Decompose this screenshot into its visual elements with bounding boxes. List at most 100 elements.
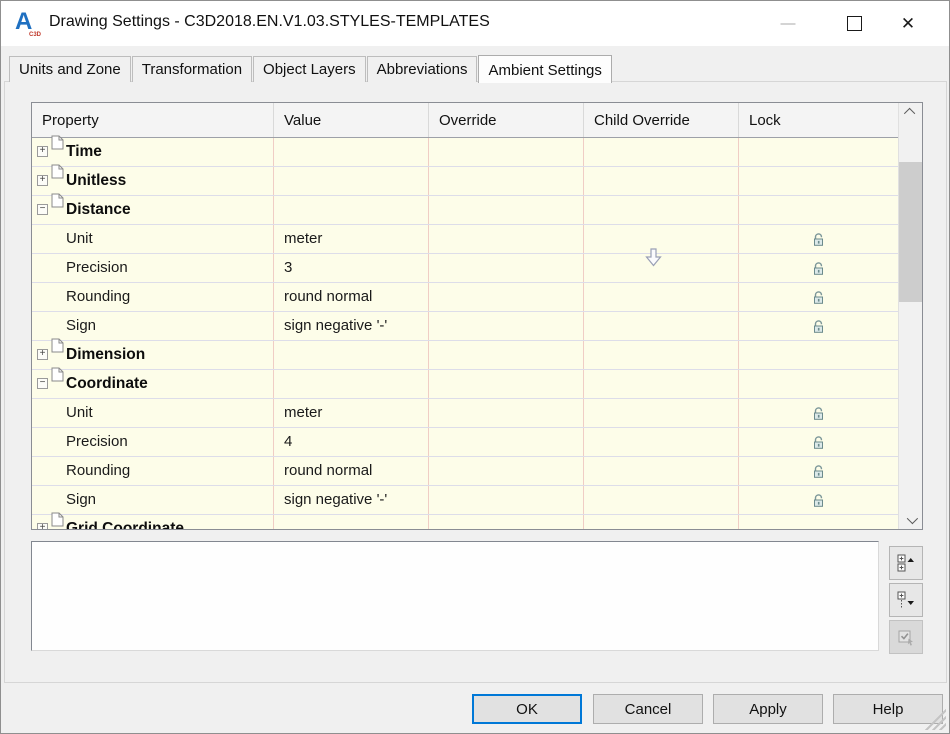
lock-open-icon[interactable] [812,261,825,276]
lock-cell[interactable] [739,428,898,456]
table-row-item[interactable]: Sign sign negative '-' [32,486,898,515]
minimize-icon: — [780,15,796,32]
table-row-category[interactable]: − Coordinate [32,367,898,399]
value-cell [274,196,429,224]
child-override-cell [584,283,739,311]
property-cell[interactable]: Unit [32,399,274,427]
expand-expander-icon[interactable]: + [37,523,48,529]
property-cell[interactable]: Precision [32,428,274,456]
table-row-item[interactable]: Precision 3 [32,254,898,283]
value-cell[interactable]: round normal [274,457,429,485]
override-cell[interactable] [429,312,584,340]
expand-expander-icon[interactable]: + [37,146,48,157]
lock-open-icon[interactable] [812,435,825,450]
table-row-category[interactable]: + Time [32,135,898,167]
property-cell[interactable]: Sign [32,312,274,340]
property-cell[interactable]: + Grid Coordinate [32,512,274,530]
value-cell[interactable]: sign negative '-' [274,486,429,514]
column-header-value[interactable]: Value [274,103,429,137]
lock-cell[interactable] [739,312,898,340]
property-cell[interactable]: Rounding [32,457,274,485]
tab-ambient-settings[interactable]: Ambient Settings [478,55,612,83]
value-cell[interactable]: 3 [274,254,429,282]
expand-expander-icon[interactable]: + [37,175,48,186]
tab-abbreviations[interactable]: Abbreviations [366,56,478,82]
lock-cell[interactable] [739,254,898,282]
maximize-button[interactable] [831,1,877,46]
lock-cell[interactable] [739,283,898,311]
table-row-category[interactable]: + Unitless [32,164,898,196]
column-header-property[interactable]: Property [32,103,274,137]
lock-open-icon[interactable] [812,290,825,305]
tab-transformation[interactable]: Transformation [131,56,253,82]
property-cell[interactable]: + Unitless [32,164,274,195]
column-header-lock[interactable]: Lock [739,103,898,137]
vertical-scrollbar[interactable] [898,103,922,529]
table-row-category[interactable]: + Dimension [32,338,898,370]
lock-cell[interactable] [739,225,898,253]
scrollbar-down-arrow[interactable] [899,511,922,529]
table-row-item[interactable]: Rounding round normal [32,283,898,312]
table-row-category[interactable]: + Grid Coordinate [32,512,898,530]
column-header-child-override[interactable]: Child Override [584,103,739,137]
lock-cell[interactable] [739,399,898,427]
minimize-button[interactable]: — [765,1,811,46]
collapse-all-categories-button[interactable] [889,546,923,580]
help-button[interactable]: Help [833,694,943,724]
table-row-item[interactable]: Precision 4 [32,428,898,457]
table-row-item[interactable]: Unit meter [32,399,898,428]
override-checkbox-icon [898,630,913,646]
close-button[interactable]: ✕ [885,1,931,46]
column-header-override[interactable]: Override [429,103,584,137]
table-row-item[interactable]: Unit meter [32,225,898,254]
property-label: Rounding [66,462,131,479]
table-row-item[interactable]: Rounding round normal [32,457,898,486]
apply-button[interactable]: Apply [713,694,823,724]
override-cell[interactable] [429,428,584,456]
value-cell[interactable]: meter [274,225,429,253]
override-cell[interactable] [429,225,584,253]
lock-cell[interactable] [739,486,898,514]
value-cell[interactable]: 4 [274,428,429,456]
property-cell[interactable]: Unit [32,225,274,253]
lock-cell [739,341,898,369]
tab-units-and-zone[interactable]: Units and Zone [9,56,131,82]
override-cell[interactable] [429,457,584,485]
override-cell[interactable] [429,283,584,311]
scrollbar-up-arrow[interactable] [899,103,922,121]
property-label: Distance [66,201,131,218]
override-cell[interactable] [429,486,584,514]
property-label: Dimension [66,346,146,363]
lock-open-icon[interactable] [812,464,825,479]
value-cell[interactable]: meter [274,399,429,427]
table-row-category[interactable]: − Distance [32,193,898,225]
value-cell[interactable]: sign negative '-' [274,312,429,340]
collapse-expander-icon[interactable]: − [37,378,48,389]
lock-open-icon[interactable] [812,232,825,247]
ok-button[interactable]: OK [472,694,582,724]
property-cell[interactable]: Sign [32,486,274,514]
property-cell[interactable]: Precision [32,254,274,282]
child-override-cell [584,167,739,195]
collapse-expander-icon[interactable]: − [37,204,48,215]
override-cell[interactable] [429,399,584,427]
property-cell[interactable]: + Time [32,135,274,166]
expand-all-categories-button[interactable] [889,583,923,617]
lock-open-icon[interactable] [812,406,825,421]
property-label: Grid Coordinate [66,520,184,530]
expand-expander-icon[interactable]: + [37,349,48,360]
scrollbar-thumb[interactable] [899,162,922,302]
tab-object-layers[interactable]: Object Layers [253,56,366,82]
override-cell[interactable] [429,254,584,282]
lock-open-icon[interactable] [812,493,825,508]
property-cell[interactable]: + Dimension [32,338,274,369]
property-cell[interactable]: − Coordinate [32,367,274,398]
category-page-icon [51,338,64,353]
property-cell[interactable]: − Distance [32,193,274,224]
lock-open-icon[interactable] [812,319,825,334]
property-cell[interactable]: Rounding [32,283,274,311]
cancel-button[interactable]: Cancel [593,694,703,724]
table-row-item[interactable]: Sign sign negative '-' [32,312,898,341]
value-cell[interactable]: round normal [274,283,429,311]
lock-cell[interactable] [739,457,898,485]
